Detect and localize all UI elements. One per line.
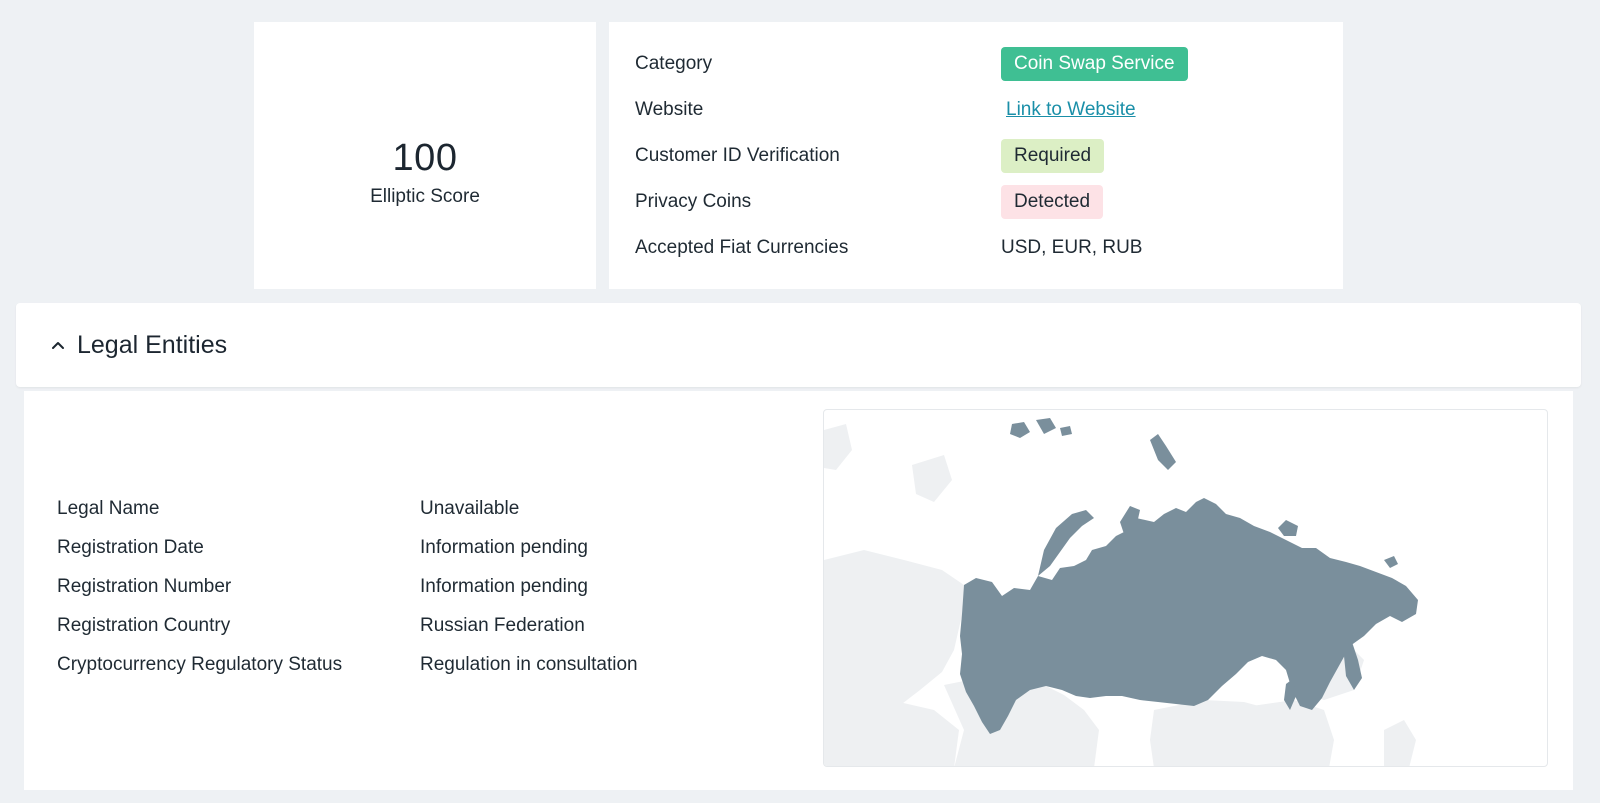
chevron-up-icon[interactable]: [49, 336, 67, 354]
registration-country-map: [823, 409, 1548, 767]
legal-value: Unavailable: [420, 498, 520, 519]
legal-value: Russian Federation: [420, 615, 585, 636]
legal-entities-header[interactable]: Legal Entities: [16, 303, 1581, 387]
website-label: Website: [635, 99, 704, 120]
legal-value: Information pending: [420, 576, 588, 597]
website-link[interactable]: Link to Website: [1006, 99, 1136, 120]
info-card: Category Coin Swap Service Website Link …: [609, 22, 1343, 289]
legal-entities-body: Legal Name Unavailable Registration Date…: [24, 391, 1573, 790]
fiat-value: USD, EUR, RUB: [1001, 237, 1143, 258]
kyc-label: Customer ID Verification: [635, 145, 840, 166]
category-label: Category: [635, 53, 713, 74]
privacy-badge: Detected: [1001, 185, 1104, 219]
legal-value: Regulation in consultation: [420, 654, 638, 675]
fiat-label: Accepted Fiat Currencies: [635, 237, 849, 258]
legal-value: Information pending: [420, 537, 588, 558]
kyc-value: Required: [1001, 139, 1105, 173]
score-value: 100: [392, 137, 458, 179]
privacy-label: Privacy Coins: [635, 191, 752, 212]
category-value: Coin Swap Service: [1001, 47, 1188, 81]
category-badge: Coin Swap Service: [1001, 47, 1188, 81]
legal-label: Registration Country: [57, 615, 231, 636]
legal-label: Registration Date: [57, 537, 204, 558]
score-card: 100 Elliptic Score: [254, 22, 596, 289]
website-value: Link to Website: [1001, 99, 1136, 121]
legal-label: Legal Name: [57, 498, 160, 519]
kyc-badge: Required: [1001, 139, 1105, 173]
legal-entities-title: Legal Entities: [77, 330, 228, 359]
legal-label: Registration Number: [57, 576, 232, 597]
privacy-value: Detected: [1001, 185, 1104, 219]
map-svg: [824, 418, 1418, 766]
score-label: Elliptic Score: [370, 186, 480, 207]
legal-label: Cryptocurrency Regulatory Status: [57, 654, 343, 675]
